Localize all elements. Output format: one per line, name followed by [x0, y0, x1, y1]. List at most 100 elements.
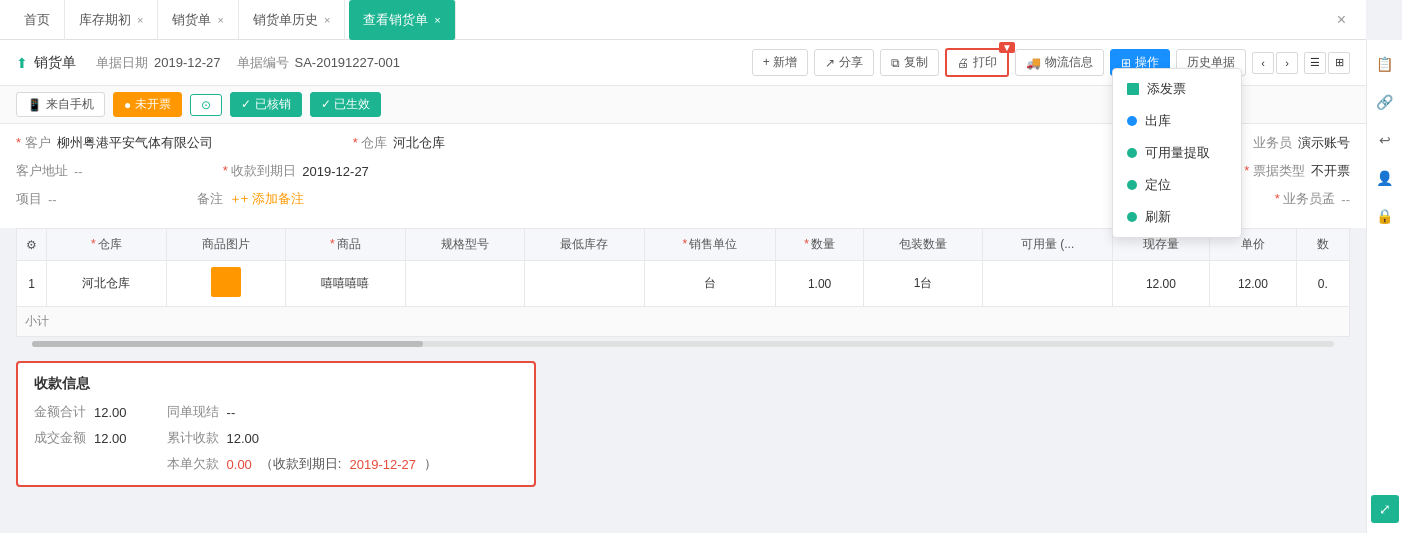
tab-home[interactable]: 首页 [10, 0, 65, 40]
available-qty-icon [1127, 148, 1137, 158]
tab-sales-close[interactable]: × [217, 14, 223, 26]
th-spec: 规格型号 [405, 229, 525, 261]
tab-view-sales-close[interactable]: × [434, 14, 440, 26]
project-value: -- [48, 192, 57, 207]
row-img [166, 261, 286, 307]
doc-no-label: 单据编号 [237, 54, 289, 72]
staff2-label: 业务员孟 [1275, 190, 1336, 208]
dropdown-available-qty[interactable]: 可用量提取 [1113, 137, 1241, 169]
customer-label: 客户 [16, 134, 51, 152]
scroll-thumb[interactable] [32, 341, 423, 347]
table-row: 1 河北仓库 嘻嘻嘻嘻 台 1.00 1台 12.00 12.00 0. [17, 261, 1350, 307]
already-void-button[interactable]: ✓ 已核销 [230, 92, 301, 117]
product-table-wrapper: ⚙ *仓库 商品图片 *商品 规格型号 最低库存 *销售单位 *数量 包装数量 … [0, 228, 1366, 351]
dropdown-out-stock-label: 出库 [1145, 112, 1171, 130]
window-close-button[interactable]: × [1327, 11, 1356, 29]
project-field: 项目 -- [16, 190, 57, 208]
doc-meta: 单据日期 2019-12-27 单据编号 SA-20191227-001 [96, 54, 400, 72]
phone-icon: 📱 [27, 98, 42, 112]
row-product: 嘻嘻嘻嘻 [286, 261, 406, 307]
payment-owed-row: 本单欠款 0.00 （收款到期日: 2019-12-27 ） [167, 455, 437, 473]
new-button[interactable]: + 新增 [752, 49, 808, 76]
share-button[interactable]: ↗ 分享 [814, 49, 874, 76]
subtotal-label: 小计 [17, 307, 1350, 337]
row-no: 1 [17, 261, 47, 307]
doc-date-item: 单据日期 2019-12-27 [96, 54, 221, 72]
payment-total-value: 12.00 [94, 405, 127, 420]
sidebar-doc-icon[interactable]: 📋 [1371, 50, 1399, 78]
row-amount: 0. [1296, 261, 1349, 307]
tab-sales[interactable]: 销货单 × [158, 0, 238, 40]
sidebar-expand-icon[interactable]: ⤢ [1371, 495, 1399, 497]
next-arrow[interactable]: › [1276, 52, 1298, 74]
row-pack-qty: 1台 [863, 261, 983, 307]
doc-date-value: 2019-12-27 [154, 55, 221, 70]
nav-arrows: ‹ › [1252, 52, 1298, 74]
grid-view-icon[interactable]: ⊞ [1328, 52, 1350, 74]
prev-arrow[interactable]: ‹ [1252, 52, 1274, 74]
confirm-button[interactable]: ⊙ [190, 94, 222, 116]
dropdown-refresh[interactable]: 刷新 [1113, 201, 1241, 233]
payment-section: 收款信息 金额合计 12.00 成交金额 12.00 同单现结 -- 累计收款 [16, 361, 536, 487]
tab-sales-history[interactable]: 销货单历史 × [239, 0, 345, 40]
th-qty: *数量 [776, 229, 864, 261]
already-effect-button[interactable]: ✓ 已生效 [310, 92, 381, 117]
doc-icon: ⬆ [16, 55, 28, 71]
row-qty: 1.00 [776, 261, 864, 307]
warehouse-label: 仓库 [353, 134, 388, 152]
dropdown-locate[interactable]: 定位 [1113, 169, 1241, 201]
tab-inventory-close[interactable]: × [137, 14, 143, 26]
row-current-qty: 12.00 [1112, 261, 1209, 307]
dropdown-locate-label: 定位 [1145, 176, 1171, 194]
locate-icon [1127, 180, 1137, 190]
row-unit-price: 12.00 [1210, 261, 1296, 307]
staff2-field: 业务员孟 -- [1275, 190, 1350, 208]
logistics-button[interactable]: 🚚 物流信息 [1015, 49, 1104, 76]
share-icon: ↗ [825, 56, 835, 70]
print-button[interactable]: 🖨 打印 ▼ [945, 48, 1009, 77]
row-warehouse: 河北仓库 [47, 261, 167, 307]
operate-dropdown: 添发票 出库 可用量提取 定位 刷新 [1112, 68, 1242, 238]
copy-icon: ⧉ [891, 56, 900, 70]
doc-no-item: 单据编号 SA-20191227-001 [237, 54, 401, 72]
print-icon: 🖨 [957, 56, 969, 70]
doc-title: 销货单 [34, 54, 76, 72]
sidebar-user-icon[interactable]: 👤 [1371, 164, 1399, 192]
payment-date-value: 2019-12-27 [302, 164, 369, 179]
staff2-value: -- [1341, 192, 1350, 207]
tab-view-sales[interactable]: 查看销货单 × [349, 0, 455, 40]
payment-owed-end: ） [424, 455, 437, 473]
dropdown-add-invoice[interactable]: 添发票 [1113, 73, 1241, 105]
tab-sales-history-close[interactable]: × [324, 14, 330, 26]
doc-date-label: 单据日期 [96, 54, 148, 72]
add-note-button[interactable]: ＋ + 添加备注 [229, 190, 304, 208]
not-open-ticket-button[interactable]: ● 未开票 [113, 92, 182, 117]
sidebar-lock-icon[interactable]: 🔒 [1371, 202, 1399, 230]
row-available [983, 261, 1112, 307]
tab-bar: 首页 库存期初 × 销货单 × 销货单历史 × 查看销货单 × × [0, 0, 1366, 40]
row-min-stock [525, 261, 645, 307]
warehouse-field: 仓库 河北仓库 [353, 134, 446, 152]
payment-deal-label: 成交金额 [34, 429, 86, 447]
th-available: 可用量 (... [983, 229, 1112, 261]
ticket-label: 票据类型 [1244, 162, 1305, 180]
dropdown-available-qty-label: 可用量提取 [1145, 144, 1210, 162]
list-view-icon[interactable]: ☰ [1304, 52, 1326, 74]
tab-inventory[interactable]: 库存期初 × [65, 0, 158, 40]
horizontal-scrollbar[interactable] [32, 341, 1334, 347]
payment-total-received-row: 累计收款 12.00 [167, 429, 437, 447]
ticket-value: 不开票 [1311, 162, 1350, 180]
payment-owed-label: 本单欠款 [167, 455, 219, 473]
sidebar-link-icon[interactable]: 🔗 [1371, 88, 1399, 116]
from-phone-button[interactable]: 📱 来自手机 [16, 92, 105, 117]
copy-button[interactable]: ⧉ 复制 [880, 49, 939, 76]
staff-value: 演示账号 [1298, 134, 1350, 152]
customer-field: 客户 柳州粤港平安气体有限公司 [16, 134, 213, 152]
th-gear[interactable]: ⚙ [17, 229, 47, 261]
note-label: 备注 [197, 190, 223, 208]
product-table: ⚙ *仓库 商品图片 *商品 规格型号 最低库存 *销售单位 *数量 包装数量 … [16, 228, 1350, 337]
dropdown-out-stock[interactable]: 出库 [1113, 105, 1241, 137]
th-product: *商品 [286, 229, 406, 261]
right-sidebar: 📋 🔗 ↩ 👤 🔒 ⤢ [1366, 40, 1402, 497]
sidebar-undo-icon[interactable]: ↩ [1371, 126, 1399, 154]
